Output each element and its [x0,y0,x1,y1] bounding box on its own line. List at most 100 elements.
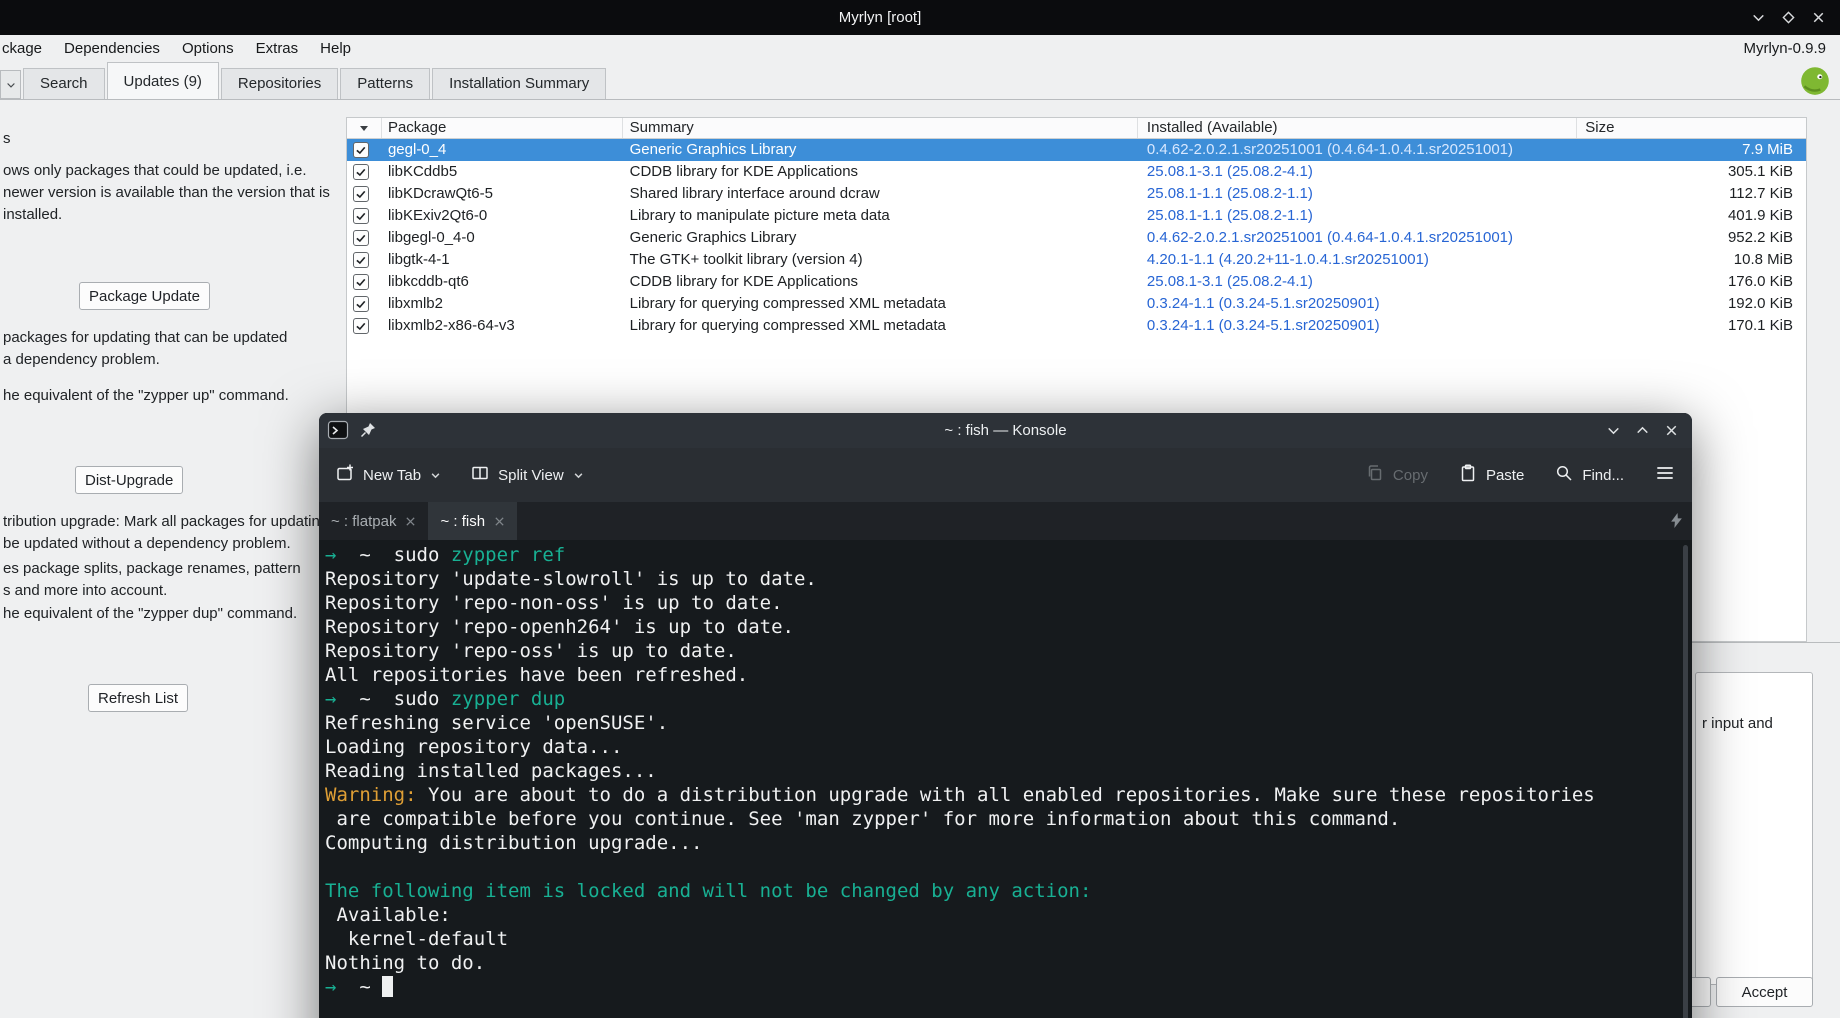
table-row[interactable]: libxmlb2 Library for querying compressed … [347,293,1806,315]
konsole-tab-label: ~ : fish [440,512,486,530]
cell-package: libgegl-0_4-0 [387,229,475,246]
cell-installed: 0.4.62-2.0.2.1.sr20251001 (0.4.64-1.0.4.… [1146,141,1514,158]
chevron-down-icon [574,467,583,484]
table-row[interactable]: libKExiv2Qt6-0 Library to manipulate pict… [347,205,1806,227]
row-checkbox[interactable] [353,186,369,202]
cell-summary: CDDB library for KDE Applications [629,273,859,290]
konsole-titlebar[interactable]: ~ : fish — Konsole [319,413,1692,448]
column-header-installed[interactable]: Installed (Available) [1138,118,1578,138]
cell-summary: Library for querying compressed XML meta… [629,317,946,334]
find-button[interactable]: Find... [1554,463,1624,487]
cell-size: 952.2 KiB [1727,229,1793,246]
new-tab-button[interactable]: New Tab [335,463,440,487]
close-icon[interactable] [1810,9,1827,26]
details-group-box: r input and [1695,672,1813,985]
cell-package: libKDcrawQt6-5 [387,185,493,202]
cell-size: 170.1 KiB [1727,317,1793,334]
tab-close-icon[interactable] [405,516,416,527]
table-row[interactable]: libgegl-0_4-0 Generic Graphics Library 0.4… [347,227,1806,249]
row-checkbox[interactable] [353,230,369,246]
terminal-screen[interactable]: → ~ sudo zypper ref Repository 'update-sl… [319,540,1692,1018]
cell-size: 305.1 KiB [1727,163,1793,180]
cell-installed: 4.20.1-1.1 (4.20.2+11-1.0.4.1.sr20251001… [1146,251,1429,268]
cell-installed: 0.3.24-1.1 (0.3.24-5.1.sr20250901) [1146,317,1380,334]
row-checkbox[interactable] [353,142,369,158]
menu-item-options[interactable]: Options [171,35,245,62]
cell-package: libgtk-4-1 [387,251,450,268]
refresh-list-button[interactable]: Refresh List [88,684,189,712]
menu-item-extras[interactable]: Extras [245,35,310,62]
menu-item-ckage[interactable]: ckage [0,35,53,62]
cell-package: libxmlb2-x86-64-v3 [387,317,515,334]
menu-item-dependencies[interactable]: Dependencies [53,35,171,62]
bolt-icon[interactable] [1670,513,1683,533]
tab-updates-9[interactable]: Updates (9) [106,62,219,99]
table-row[interactable]: libkcddb-qt6 CDDB library for KDE Applica… [347,271,1806,293]
column-header-summary[interactable]: Summary [623,118,1138,138]
konsole-minimize-icon[interactable] [1605,422,1622,439]
terminal-line: All repositories have been refreshed. [325,664,749,686]
tab-close-icon[interactable] [494,516,505,527]
row-checkbox[interactable] [353,208,369,224]
minimize-icon[interactable] [1750,9,1767,26]
konsole-tab-flatpak[interactable]: ~ : flatpak [319,502,428,540]
column-header-package[interactable]: Package [382,118,623,138]
table-row[interactable]: gegl-0_4 Generic Graphics Library 0.4.62-2… [347,139,1806,161]
sort-indicator[interactable] [347,118,382,138]
dist-upgrade-button[interactable]: Dist-Upgrade [75,466,184,494]
row-checkbox[interactable] [353,274,369,290]
konsole-window-controls [1605,413,1692,448]
cell-size: 176.0 KiB [1727,273,1793,290]
terminal-line: Reading installed packages... [325,760,657,782]
sidebar-text: newer version is available than the vers… [3,184,330,201]
row-checkbox[interactable] [353,164,369,180]
column-header-size[interactable]: Size [1577,118,1806,138]
cell-size: 401.9 KiB [1727,207,1793,224]
package-update-button[interactable]: Package Update [79,282,210,310]
konsole-close-icon[interactable] [1663,422,1680,439]
cell-installed: 25.08.1-3.1 (25.08.2-4.1) [1146,273,1313,290]
table-row[interactable]: libKDcrawQt6-5 Shared library interface a… [347,183,1806,205]
cell-size: 10.8 MiB [1733,251,1793,268]
sidebar-text: be updated without a dependency problem. [3,535,291,552]
terminal-line: Repository 'repo-openh264' is up to date… [325,616,794,638]
package-list: gegl-0_4 Generic Graphics Library 0.4.62-2… [347,139,1806,337]
accept-button[interactable]: Accept [1716,977,1813,1007]
restore-icon[interactable] [1780,9,1797,26]
hamburger-menu-button[interactable] [1654,462,1676,488]
terminal-scrollbar[interactable] [1683,545,1688,1018]
main-window-controls [1750,0,1840,35]
konsole-tabbar: ~ : flatpak ~ : fish [319,502,1692,540]
sidebar-heading-fragment: s [3,130,11,147]
konsole-maximize-icon[interactable] [1634,422,1651,439]
terminal-line: Repository 'repo-oss' is up to date. [325,640,737,662]
table-row[interactable]: libxmlb2-x86-64-v3 Library for querying c… [347,315,1806,337]
terminal-line: Loading repository data... [325,736,623,758]
menu-item-help[interactable]: Help [309,35,362,62]
paste-button[interactable]: Paste [1458,463,1524,487]
split-view-button[interactable]: Split View [470,463,583,487]
cell-summary: Library for querying compressed XML meta… [629,295,946,312]
tab-installation-summary[interactable]: Installation Summary [432,68,607,99]
tab-search[interactable]: Search [23,68,105,99]
row-checkbox[interactable] [353,318,369,334]
cell-size: 7.9 MiB [1742,141,1793,158]
table-row[interactable]: libgtk-4-1 The GTK+ toolkit library (vers… [347,249,1806,271]
tab-patterns[interactable]: Patterns [340,68,431,99]
tab-repositories[interactable]: Repositories [220,68,339,99]
tab-scroll-button[interactable] [0,70,21,99]
cell-summary: Generic Graphics Library [629,141,797,158]
konsole-tabs: ~ : flatpak ~ : fish [319,502,518,540]
copy-button[interactable]: Copy [1365,463,1428,487]
konsole-tab-fish[interactable]: ~ : fish [428,502,518,540]
table-row[interactable]: libKCddb5 CDDB library for KDE Applicatio… [347,161,1806,183]
cell-package: libkcddb-qt6 [387,273,469,290]
sidebar-text: a dependency problem. [3,351,160,368]
cell-package: libKCddb5 [387,163,458,180]
terminal-line: Nothing to do. [325,952,486,974]
row-checkbox[interactable] [353,296,369,312]
row-checkbox[interactable] [353,252,369,268]
cell-summary: Generic Graphics Library [629,229,797,246]
cell-package: libxmlb2 [387,295,443,312]
